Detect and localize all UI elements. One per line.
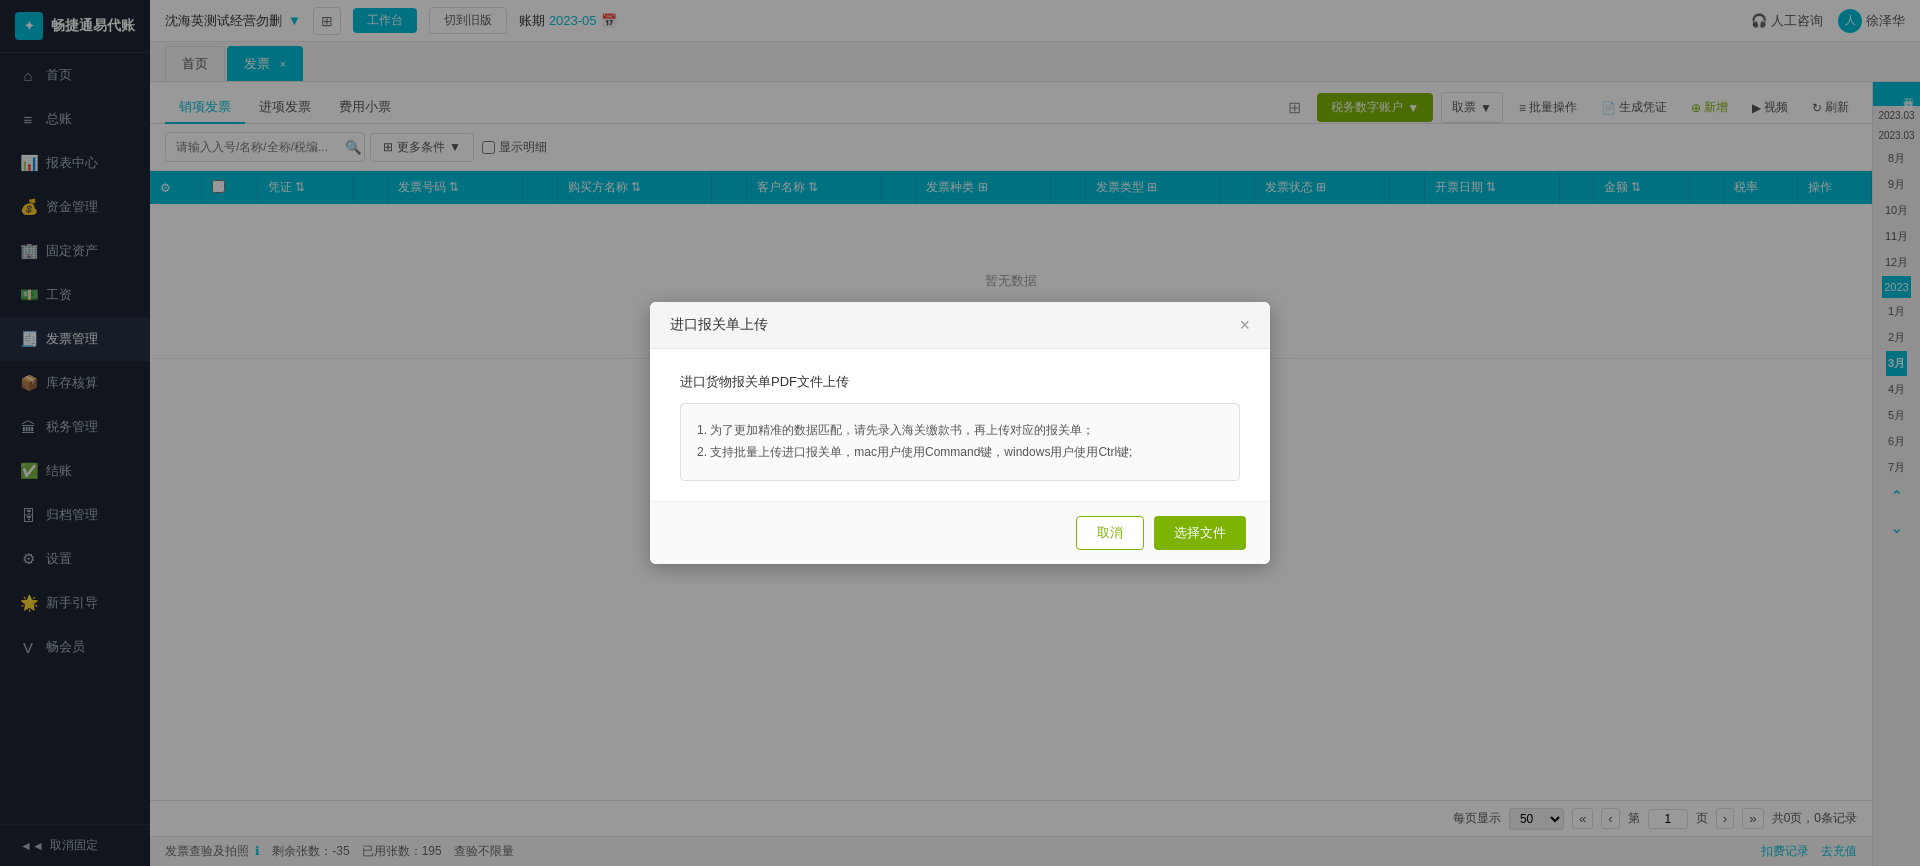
modal-cancel-button[interactable]: 取消 (1076, 516, 1144, 550)
modal-section-title: 进口货物报关单PDF文件上传 (680, 373, 1240, 391)
import-customs-modal: 进口报关单上传 × 进口货物报关单PDF文件上传 1. 为了更加精准的数据匹配，… (650, 302, 1270, 563)
modal-footer: 取消 选择文件 (650, 501, 1270, 564)
info-text-2: 2. 支持批量上传进口报关单，mac用户使用Command键，windows用户… (697, 442, 1132, 464)
modal-body: 进口货物报关单PDF文件上传 1. 为了更加精准的数据匹配，请先录入海关缴款书，… (650, 349, 1270, 500)
modal-info-box: 1. 为了更加精准的数据匹配，请先录入海关缴款书，再上传对应的报关单； 2. 支… (680, 403, 1240, 480)
modal-info-item-1: 1. 为了更加精准的数据匹配，请先录入海关缴款书，再上传对应的报关单； (697, 420, 1223, 442)
modal-close-button[interactable]: × (1239, 316, 1250, 334)
modal-confirm-button[interactable]: 选择文件 (1154, 516, 1246, 550)
modal-overlay[interactable]: 进口报关单上传 × 进口货物报关单PDF文件上传 1. 为了更加精准的数据匹配，… (0, 0, 1920, 866)
modal-title: 进口报关单上传 (670, 316, 768, 334)
info-text-1: 1. 为了更加精准的数据匹配，请先录入海关缴款书，再上传对应的报关单； (697, 420, 1094, 442)
modal-info-item-2: 2. 支持批量上传进口报关单，mac用户使用Command键，windows用户… (697, 442, 1223, 464)
modal-header: 进口报关单上传 × (650, 302, 1270, 349)
